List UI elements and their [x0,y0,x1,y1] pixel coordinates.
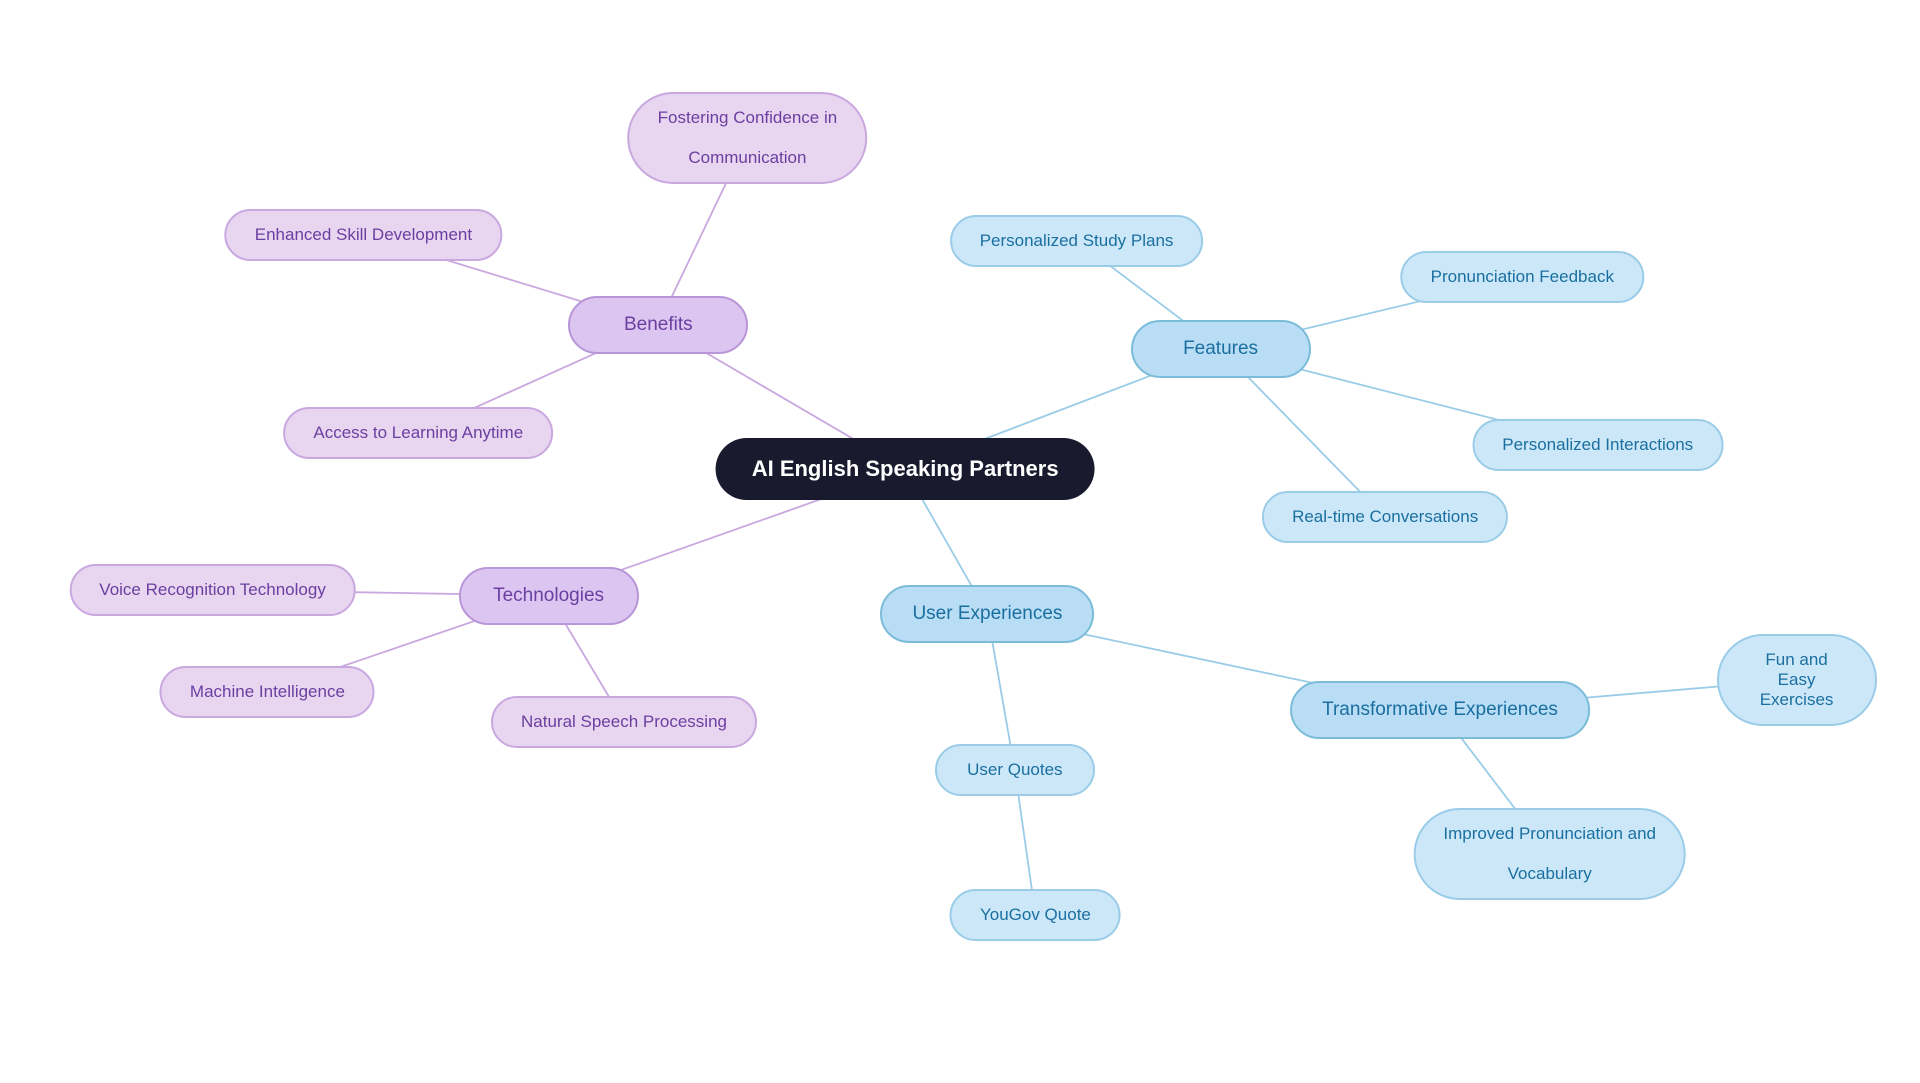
node-user_exp[interactable]: User Experiences [880,585,1094,643]
node-machine[interactable]: Machine Intelligence [160,666,375,718]
node-fun[interactable]: Fun and Easy Exercises [1717,634,1877,726]
node-improved[interactable]: Improved Pronunciation andVocabulary [1413,808,1686,900]
node-features[interactable]: Features [1131,320,1311,378]
node-benefits[interactable]: Benefits [568,296,748,354]
mind-map-container: AI English Speaking Partners Benefits Fost… [0,0,1920,1083]
node-enhanced[interactable]: Enhanced Skill Development [225,209,502,261]
node-technologies[interactable]: Technologies [459,567,639,625]
node-study[interactable]: Personalized Study Plans [950,215,1204,267]
node-yougov[interactable]: YouGov Quote [950,889,1121,941]
node-personalized[interactable]: Personalized Interactions [1472,419,1723,471]
node-pronunciation_fb[interactable]: Pronunciation Feedback [1401,251,1644,303]
node-transformative[interactable]: Transformative Experiences [1290,681,1590,739]
node-access[interactable]: Access to Learning Anytime [283,407,553,459]
node-user_quotes[interactable]: User Quotes [935,744,1095,796]
node-center[interactable]: AI English Speaking Partners [716,438,1095,500]
node-natural[interactable]: Natural Speech Processing [491,696,757,748]
node-fostering[interactable]: Fostering Confidence inCommunication [628,92,868,184]
node-voice[interactable]: Voice Recognition Technology [69,564,356,616]
node-realtime[interactable]: Real-time Conversations [1262,491,1508,543]
